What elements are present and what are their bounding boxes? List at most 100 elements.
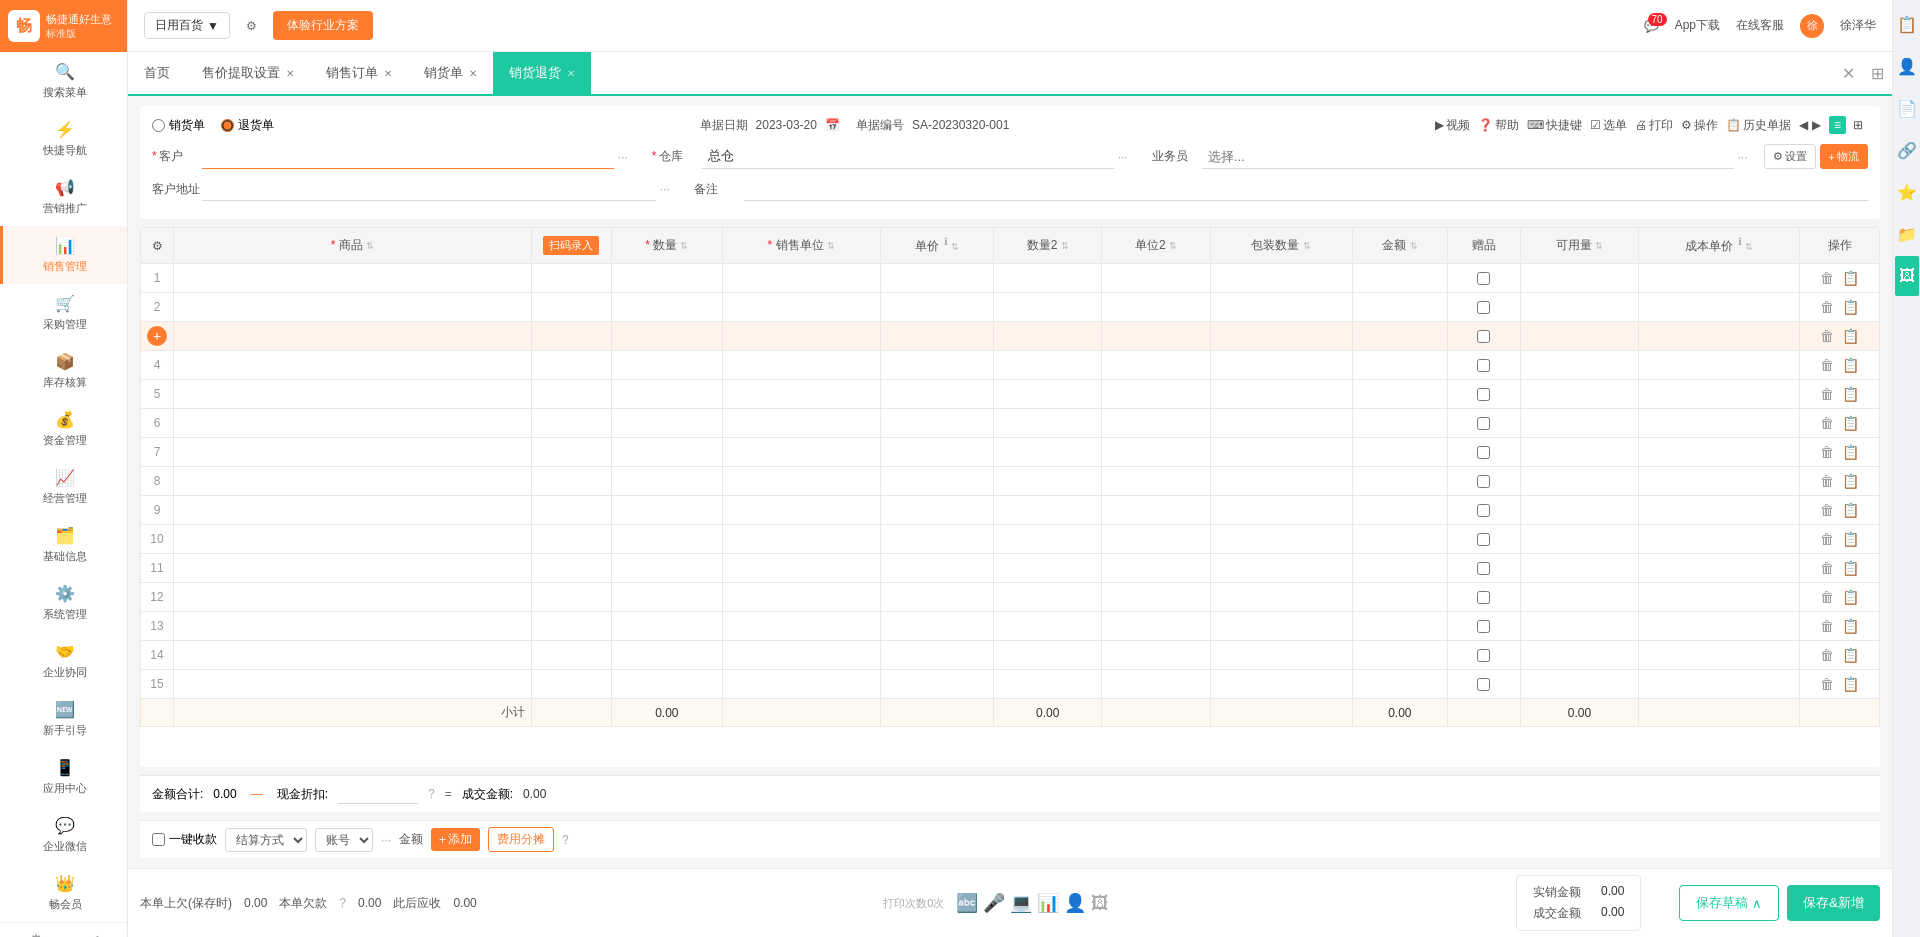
right-btn-7[interactable]: 🖼 bbox=[1895, 256, 1919, 296]
copy-btn-14[interactable]: 📋 bbox=[1840, 645, 1861, 665]
tab-1[interactable]: 售价提取设置✕ bbox=[186, 52, 310, 94]
price-cell-5[interactable] bbox=[880, 380, 993, 409]
goods-input-15[interactable] bbox=[180, 677, 525, 692]
copy-btn-11[interactable]: 📋 bbox=[1840, 558, 1861, 578]
amount-cell-2[interactable] bbox=[1352, 293, 1447, 322]
account-select[interactable]: 账号 bbox=[315, 828, 373, 852]
gift-cell-14[interactable] bbox=[1447, 641, 1520, 670]
pkgqty-cell-3[interactable] bbox=[1210, 322, 1352, 351]
delete-btn-2[interactable]: 🗑 bbox=[1818, 297, 1836, 317]
prev-doc-btn[interactable]: ◀ bbox=[1799, 118, 1808, 132]
unit2-cell-13[interactable] bbox=[1102, 612, 1210, 641]
sidebar-item-1[interactable]: ⚡快捷导航 bbox=[0, 110, 127, 168]
amount-sort-icon[interactable]: ⇅ bbox=[1410, 241, 1418, 251]
cost-cell-7[interactable] bbox=[1639, 438, 1800, 467]
goods-cell-14[interactable] bbox=[174, 641, 532, 670]
gift-checkbox-2[interactable] bbox=[1477, 301, 1490, 314]
qty2-cell-9[interactable] bbox=[994, 496, 1102, 525]
address-input[interactable] bbox=[202, 177, 656, 201]
delete-btn-6[interactable]: 🗑 bbox=[1818, 413, 1836, 433]
col-gear[interactable]: ⚙ bbox=[141, 228, 174, 264]
user-name[interactable]: 徐泽华 bbox=[1840, 17, 1876, 34]
doc-no-value[interactable]: SA-20230320-001 bbox=[912, 118, 1009, 132]
radio-return-input[interactable] bbox=[221, 119, 234, 132]
cost-cell-1[interactable] bbox=[1639, 264, 1800, 293]
goods-cell-13[interactable] bbox=[174, 612, 532, 641]
online-service-link[interactable]: 在线客服 bbox=[1736, 17, 1784, 34]
amount-cell-3[interactable] bbox=[1352, 322, 1447, 351]
gift-checkbox-13[interactable] bbox=[1477, 620, 1490, 633]
gift-cell-7[interactable] bbox=[1447, 438, 1520, 467]
unit2-cell-3[interactable] bbox=[1102, 322, 1210, 351]
unit2-cell-4[interactable] bbox=[1102, 351, 1210, 380]
amount-cell-14[interactable] bbox=[1352, 641, 1447, 670]
copy-btn-7[interactable]: 📋 bbox=[1840, 442, 1861, 462]
unit-cell-14[interactable] bbox=[722, 641, 880, 670]
available-cell-4[interactable] bbox=[1520, 351, 1639, 380]
qty2-cell-7[interactable] bbox=[994, 438, 1102, 467]
gift-checkbox-5[interactable] bbox=[1477, 388, 1490, 401]
qty2-cell-10[interactable] bbox=[994, 525, 1102, 554]
account-dots[interactable]: ··· bbox=[381, 833, 391, 847]
unit-cell-5[interactable] bbox=[722, 380, 880, 409]
delete-btn-5[interactable]: 🗑 bbox=[1818, 384, 1836, 404]
amount-cell-8[interactable] bbox=[1352, 467, 1447, 496]
cost-cell-13[interactable] bbox=[1639, 612, 1800, 641]
radio-return[interactable]: 退货单 bbox=[221, 117, 274, 134]
pkgqty-cell-12[interactable] bbox=[1210, 583, 1352, 612]
goods-cell-3[interactable] bbox=[174, 322, 532, 351]
pkgqty-cell-15[interactable] bbox=[1210, 670, 1352, 699]
warehouse-input[interactable] bbox=[702, 145, 1114, 169]
unit-cell-9[interactable] bbox=[722, 496, 880, 525]
goods-cell-7[interactable] bbox=[174, 438, 532, 467]
goods-cell-12[interactable] bbox=[174, 583, 532, 612]
doc-date-value[interactable]: 2023-03-20 bbox=[756, 118, 817, 132]
delete-btn-11[interactable]: 🗑 bbox=[1818, 558, 1836, 578]
expand-tabs-btn[interactable]: ⊞ bbox=[1863, 64, 1892, 83]
amount-cell-11[interactable] bbox=[1352, 554, 1447, 583]
unit-cell-11[interactable] bbox=[722, 554, 880, 583]
close-all-tabs-btn[interactable]: ✕ bbox=[1834, 64, 1863, 83]
method-select[interactable]: 结算方式 bbox=[225, 828, 307, 852]
delete-btn-4[interactable]: 🗑 bbox=[1818, 355, 1836, 375]
copy-btn-8[interactable]: 📋 bbox=[1840, 471, 1861, 491]
unit-cell-13[interactable] bbox=[722, 612, 880, 641]
goods-cell-4[interactable] bbox=[174, 351, 532, 380]
right-btn-4[interactable]: 🔗 bbox=[1895, 130, 1919, 170]
collapse-icon[interactable]: ◀ bbox=[86, 931, 98, 937]
settings-btn[interactable]: ⚙ 设置 bbox=[1764, 144, 1816, 169]
one-click-checkbox[interactable] bbox=[152, 833, 165, 846]
pkgqty-cell-1[interactable] bbox=[1210, 264, 1352, 293]
save-draft-btn[interactable]: 保存草稿 ∧ bbox=[1679, 885, 1779, 921]
gift-cell-1[interactable] bbox=[1447, 264, 1520, 293]
goods-cell-9[interactable] bbox=[174, 496, 532, 525]
price-cell-10[interactable] bbox=[880, 525, 993, 554]
delete-btn-3[interactable]: 🗑 bbox=[1818, 326, 1836, 346]
delete-btn-8[interactable]: 🗑 bbox=[1818, 471, 1836, 491]
user-avatar[interactable]: 徐 bbox=[1800, 14, 1824, 38]
available-cell-14[interactable] bbox=[1520, 641, 1639, 670]
qty2-cell-12[interactable] bbox=[994, 583, 1102, 612]
qty-cell-3[interactable] bbox=[611, 322, 722, 351]
next-doc-btn[interactable]: ▶ bbox=[1812, 118, 1821, 132]
pkgqty-sort-icon[interactable]: ⇅ bbox=[1303, 241, 1311, 251]
qty-cell-1[interactable] bbox=[611, 264, 722, 293]
price-cell-9[interactable] bbox=[880, 496, 993, 525]
qty2-cell-5[interactable] bbox=[994, 380, 1102, 409]
amount-cell-10[interactable] bbox=[1352, 525, 1447, 554]
select-btn[interactable]: ☑ 选单 bbox=[1590, 117, 1627, 134]
available-sort-icon[interactable]: ⇅ bbox=[1595, 241, 1603, 251]
one-click-label[interactable]: 一键收款 bbox=[152, 831, 217, 848]
goods-input-4[interactable] bbox=[180, 358, 525, 373]
pkgqty-cell-8[interactable] bbox=[1210, 467, 1352, 496]
amount-cell-15[interactable] bbox=[1352, 670, 1447, 699]
gift-checkbox-12[interactable] bbox=[1477, 591, 1490, 604]
available-cell-2[interactable] bbox=[1520, 293, 1639, 322]
qty2-cell-14[interactable] bbox=[994, 641, 1102, 670]
delete-btn-13[interactable]: 🗑 bbox=[1818, 616, 1836, 636]
qty-cell-9[interactable] bbox=[611, 496, 722, 525]
cost-cell-3[interactable] bbox=[1639, 322, 1800, 351]
sidebar-item-5[interactable]: 📦库存核算 bbox=[0, 342, 127, 400]
right-btn-2[interactable]: 👤 bbox=[1895, 46, 1919, 86]
cost-cell-2[interactable] bbox=[1639, 293, 1800, 322]
